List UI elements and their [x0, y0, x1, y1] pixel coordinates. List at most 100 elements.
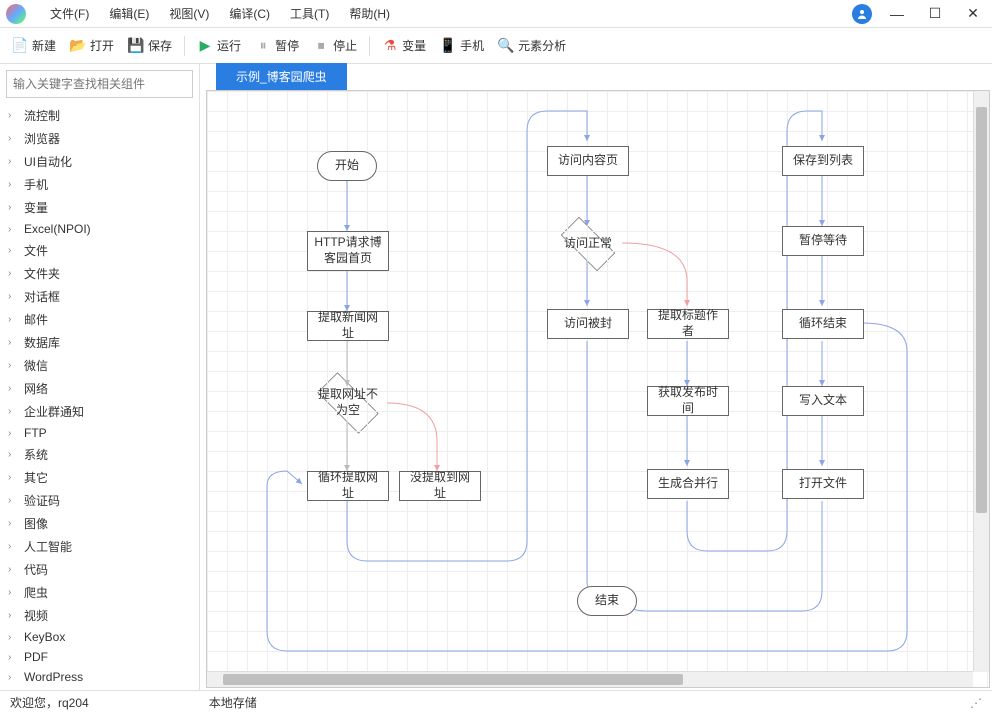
pause-button[interactable]: ⏸暂停	[249, 33, 305, 58]
tree-item[interactable]: ›网络	[6, 377, 193, 400]
tree-item-label: 网络	[24, 380, 48, 397]
chevron-right-icon: ›	[8, 179, 18, 190]
tree-item-label: 其它	[24, 469, 48, 486]
tree-item[interactable]: ›系统	[6, 443, 193, 466]
flowchart-canvas[interactable]: 开始 HTTP请求博客园首页 提取新闻网址 提取网址不为空 循环提取网址 没提取…	[206, 90, 990, 688]
component-tree[interactable]: ›流控制›浏览器›UI自动化›手机›变量›Excel(NPOI)›文件›文件夹›…	[6, 104, 193, 684]
node-extract-title[interactable]: 提取标题作者	[647, 309, 729, 339]
tree-item-label: 图像	[24, 515, 48, 532]
node-pause-wait[interactable]: 暂停等待	[782, 226, 864, 256]
tree-item[interactable]: ›数据库	[6, 331, 193, 354]
node-merge-row[interactable]: 生成合并行	[647, 469, 729, 499]
save-button[interactable]: 💾保存	[122, 33, 178, 58]
menu-edit[interactable]: 编辑(E)	[105, 3, 153, 24]
user-icon[interactable]	[852, 4, 872, 24]
tree-item[interactable]: ›FTP	[6, 423, 193, 443]
node-loop-end[interactable]: 循环结束	[782, 309, 864, 339]
analyze-button[interactable]: 🔍元素分析	[492, 33, 572, 58]
menu-help[interactable]: 帮助(H)	[345, 3, 394, 24]
menu-tools[interactable]: 工具(T)	[286, 3, 333, 24]
menu-view[interactable]: 视图(V)	[165, 3, 213, 24]
run-button[interactable]: ▶运行	[191, 33, 247, 58]
close-button[interactable]: ✕	[960, 4, 986, 24]
chevron-right-icon: ›	[8, 587, 18, 598]
node-write-text[interactable]: 写入文本	[782, 386, 864, 416]
tree-item-label: 微信	[24, 357, 48, 374]
tree-item[interactable]: ›文件	[6, 239, 193, 262]
tree-item[interactable]: ›爬虫	[6, 581, 193, 604]
tree-item[interactable]: ›验证码	[6, 489, 193, 512]
node-open-file[interactable]: 打开文件	[782, 469, 864, 499]
resize-grip-icon[interactable]: ⋰	[970, 696, 982, 710]
node-get-time[interactable]: 获取发布时间	[647, 386, 729, 416]
tree-item[interactable]: ›邮件	[6, 308, 193, 331]
tree-item-label: 人工智能	[24, 538, 72, 555]
tree-item[interactable]: ›PDF	[6, 647, 193, 667]
minimize-button[interactable]: —	[884, 4, 910, 24]
node-visit-content[interactable]: 访问内容页	[547, 146, 629, 176]
tree-item[interactable]: ›手机	[6, 173, 193, 196]
new-icon: 📄	[12, 38, 28, 54]
tree-item[interactable]: › 浏览器	[6, 127, 193, 150]
phone-icon: 📱	[440, 38, 456, 54]
new-button[interactable]: 📄新建	[6, 33, 62, 58]
tree-item[interactable]: ›文件夹	[6, 262, 193, 285]
tree-item[interactable]: ›Excel(NPOI)	[6, 219, 193, 239]
node-no-url[interactable]: 没提取到网址	[399, 471, 481, 501]
titlebar: 文件(F) 编辑(E) 视图(V) 编译(C) 工具(T) 帮助(H) — ☐ …	[0, 0, 992, 28]
node-visit-ok[interactable]: 访问正常	[552, 226, 624, 262]
tree-item[interactable]: ›微信	[6, 354, 193, 377]
node-end[interactable]: 结束	[577, 586, 637, 616]
chevron-right-icon: ›	[8, 314, 18, 325]
tree-item[interactable]: › 其它	[6, 466, 193, 489]
node-url-notnull[interactable]: 提取网址不为空	[307, 383, 389, 423]
tree-item[interactable]: › 人工智能	[6, 535, 193, 558]
tree-item[interactable]: ›KeyBox	[6, 627, 193, 647]
tree-item-label: 文件	[24, 242, 48, 259]
node-blocked[interactable]: 访问被封	[547, 309, 629, 339]
phone-button[interactable]: 📱手机	[434, 33, 490, 58]
open-icon: 📂	[70, 38, 86, 54]
status-storage: 本地存储	[209, 694, 257, 711]
node-extract-url[interactable]: 提取新闻网址	[307, 311, 389, 341]
open-button[interactable]: 📂打开	[64, 33, 120, 58]
node-start[interactable]: 开始	[317, 151, 377, 181]
node-http[interactable]: HTTP请求博客园首页	[307, 231, 389, 271]
tree-item[interactable]: › 流控制	[6, 104, 193, 127]
search-input[interactable]	[6, 70, 193, 98]
tree-item[interactable]: ›图像	[6, 512, 193, 535]
tree-item[interactable]: ›变量	[6, 196, 193, 219]
tree-item-label: 企业群通知	[24, 403, 84, 420]
menu-compile[interactable]: 编译(C)	[225, 3, 274, 24]
tab-active[interactable]: 示例_博客园爬虫	[216, 63, 347, 90]
chevron-right-icon: ›	[8, 564, 18, 575]
node-loop-extract[interactable]: 循环提取网址	[307, 471, 389, 501]
tree-item-label: 变量	[24, 199, 48, 216]
tree-item-label: 流控制	[24, 107, 60, 124]
scrollbar-horizontal[interactable]	[207, 671, 973, 687]
save-icon: 💾	[128, 38, 144, 54]
chevron-right-icon: ›	[8, 472, 18, 483]
pause-icon: ⏸	[255, 38, 271, 54]
chevron-right-icon: ›	[8, 133, 18, 144]
chevron-right-icon: ›	[8, 110, 18, 121]
chevron-right-icon: ›	[8, 156, 18, 167]
menu-file[interactable]: 文件(F)	[46, 3, 93, 24]
status-welcome: 欢迎您，rq204	[10, 694, 89, 711]
chevron-right-icon: ›	[8, 541, 18, 552]
tree-item[interactable]: ›UI自动化	[6, 150, 193, 173]
chevron-right-icon: ›	[8, 495, 18, 506]
vars-button[interactable]: ⚗变量	[376, 33, 432, 58]
tree-item[interactable]: › 代码	[6, 558, 193, 581]
tree-item[interactable]: ›视频	[6, 604, 193, 627]
chevron-right-icon: ›	[8, 632, 18, 643]
node-save-list[interactable]: 保存到列表	[782, 146, 864, 176]
maximize-button[interactable]: ☐	[922, 4, 948, 24]
tree-item[interactable]: ›对话框	[6, 285, 193, 308]
tree-item[interactable]: ›企业群通知	[6, 400, 193, 423]
tree-item[interactable]: ›WordPress	[6, 667, 193, 684]
tree-item-label: 浏览器	[24, 130, 60, 147]
stop-button[interactable]: ⏹停止	[307, 33, 363, 58]
scrollbar-vertical[interactable]	[973, 91, 989, 671]
tree-item-label: 代码	[24, 561, 48, 578]
